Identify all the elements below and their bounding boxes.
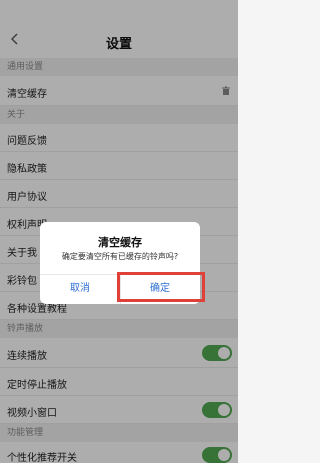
cancel-button[interactable]: 取消 bbox=[40, 274, 120, 304]
dialog-message: 确定要清空所有已缓存的铃声吗? bbox=[61, 252, 179, 261]
confirm-highlight-box bbox=[117, 272, 205, 302]
dialog-title: 清空缓存 bbox=[98, 236, 142, 249]
